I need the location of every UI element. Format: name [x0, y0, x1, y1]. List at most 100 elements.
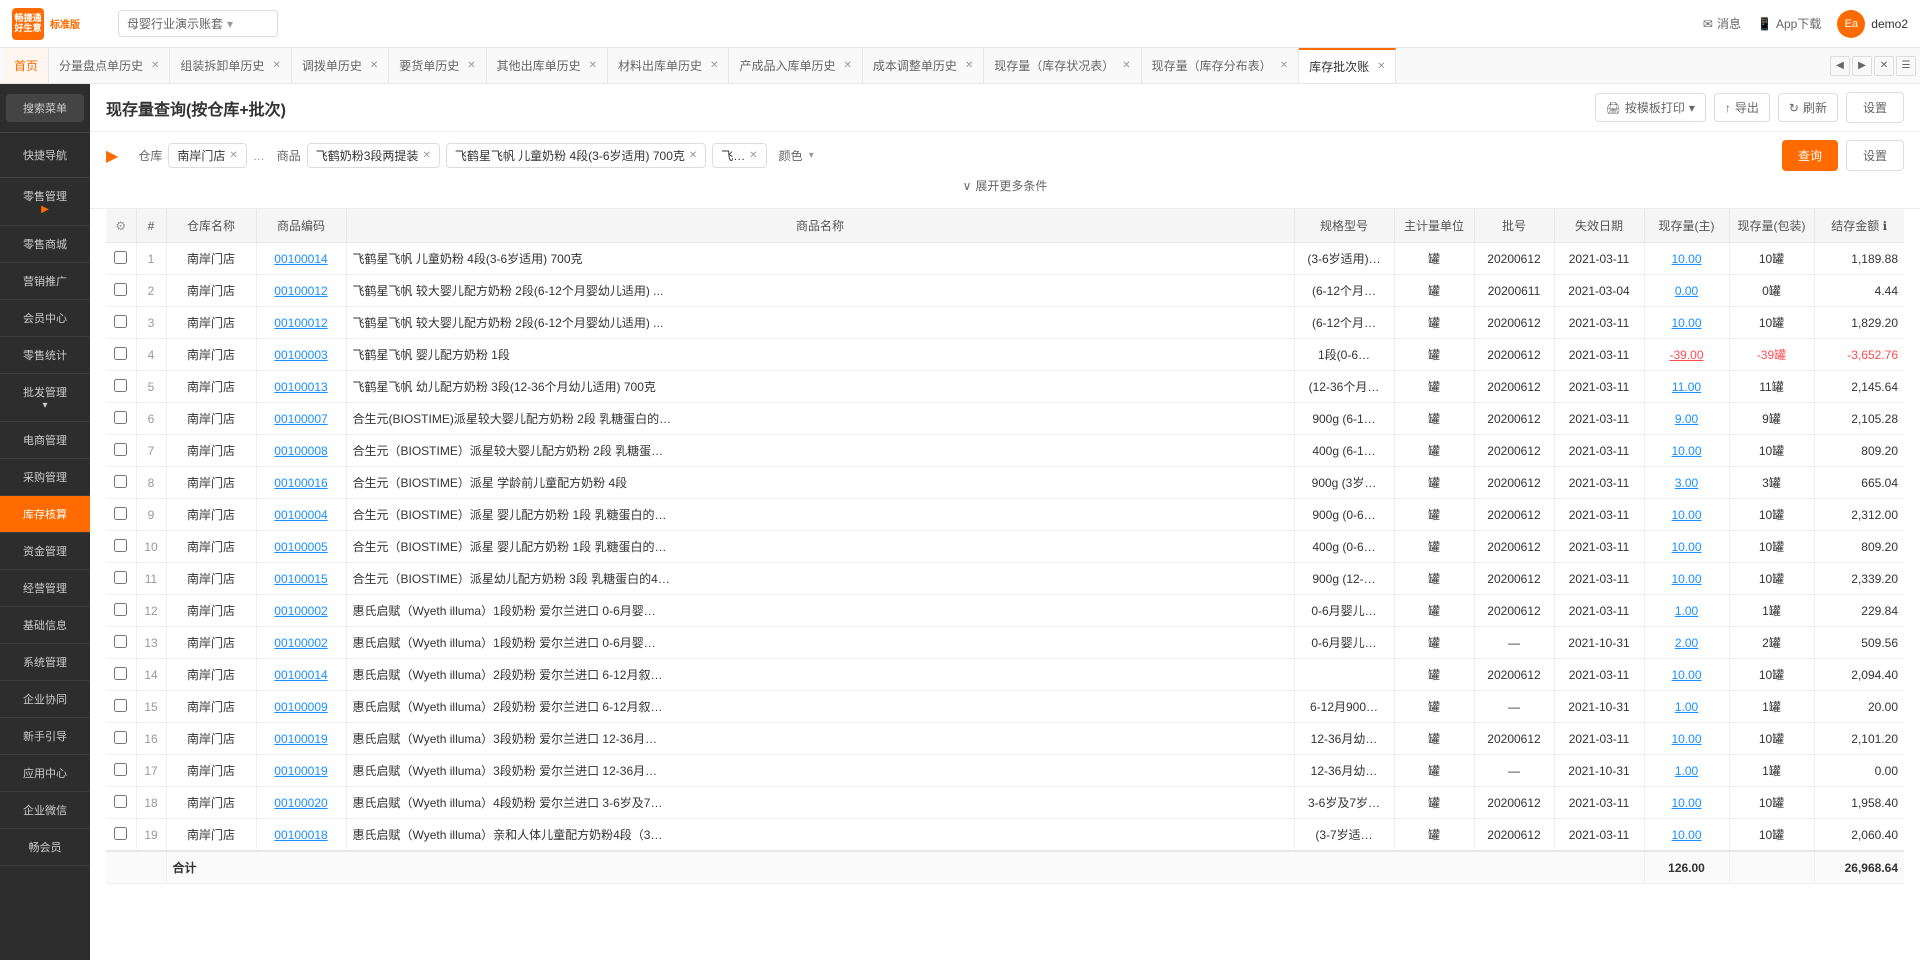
- tag-close-icon[interactable]: ✕: [749, 150, 757, 161]
- td-code[interactable]: 00100016: [256, 467, 346, 499]
- td-checkbox[interactable]: [106, 499, 136, 531]
- search-menu-button[interactable]: 搜索菜单: [6, 94, 84, 122]
- row-checkbox[interactable]: [114, 731, 127, 744]
- tab-product-in[interactable]: 产成品入库单历史 ✕: [729, 48, 862, 84]
- td-code[interactable]: 00100008: [256, 435, 346, 467]
- tag-close-icon[interactable]: ✕: [422, 150, 430, 161]
- row-checkbox[interactable]: [114, 315, 127, 328]
- sidebar-item-purchase[interactable]: 采购管理: [0, 459, 90, 496]
- td-stock-main[interactable]: 10.00: [1644, 819, 1729, 852]
- app-download-button[interactable]: 📱 App下载: [1757, 15, 1821, 32]
- td-code[interactable]: 00100005: [256, 531, 346, 563]
- td-stock-main[interactable]: 2.00: [1644, 627, 1729, 659]
- td-code[interactable]: 00100019: [256, 723, 346, 755]
- td-checkbox[interactable]: [106, 723, 136, 755]
- row-checkbox[interactable]: [114, 699, 127, 712]
- tab-cost-adjust[interactable]: 成本调整单历史 ✕: [863, 48, 984, 84]
- sidebar-item-retail-shop[interactable]: 零售商城: [0, 226, 90, 263]
- td-code[interactable]: 00100014: [256, 659, 346, 691]
- td-checkbox[interactable]: [106, 531, 136, 563]
- td-checkbox[interactable]: [106, 691, 136, 723]
- tab-split[interactable]: 分量盘点单历史 ✕: [49, 48, 170, 84]
- tab-close-icon[interactable]: ✕: [965, 60, 973, 71]
- row-checkbox[interactable]: [114, 827, 127, 840]
- td-code[interactable]: 00100003: [256, 339, 346, 371]
- tab-mix[interactable]: 调拨单历史 ✕: [292, 48, 389, 84]
- chevron-down-icon[interactable]: ▾: [809, 150, 814, 161]
- sidebar-item-finance[interactable]: 资金管理: [0, 533, 90, 570]
- td-stock-main[interactable]: 10.00: [1644, 243, 1729, 275]
- tab-material-out[interactable]: 材料出库单历史 ✕: [608, 48, 729, 84]
- td-stock-main[interactable]: -39.00: [1644, 339, 1729, 371]
- sidebar-item-cooperation[interactable]: 企业协同: [0, 681, 90, 718]
- td-checkbox[interactable]: [106, 467, 136, 499]
- tag-close-icon[interactable]: ✕: [689, 150, 697, 161]
- row-checkbox[interactable]: [114, 347, 127, 360]
- tab-close-icon[interactable]: ✕: [467, 60, 475, 71]
- row-checkbox[interactable]: [114, 379, 127, 392]
- tab-close-icon[interactable]: ✕: [272, 60, 280, 71]
- search-button[interactable]: 查询: [1782, 140, 1838, 171]
- sidebar-item-member[interactable]: 会员中心: [0, 300, 90, 337]
- th-settings[interactable]: ⚙: [106, 209, 136, 243]
- td-checkbox[interactable]: [106, 435, 136, 467]
- settings-btn[interactable]: 设置: [1846, 140, 1904, 171]
- td-stock-main[interactable]: 10.00: [1644, 787, 1729, 819]
- td-checkbox[interactable]: [106, 659, 136, 691]
- tab-prev-button[interactable]: ◀: [1830, 56, 1850, 76]
- refresh-button[interactable]: ↻ 刷新: [1778, 93, 1838, 122]
- td-code[interactable]: 00100020: [256, 787, 346, 819]
- sidebar-item-member-card[interactable]: 畅会员: [0, 829, 90, 866]
- filter-expand-icon[interactable]: ▶: [106, 146, 118, 166]
- tab-close-all-button[interactable]: ✕: [1874, 56, 1894, 76]
- td-code[interactable]: 00100015: [256, 563, 346, 595]
- sidebar-item-marketing[interactable]: 营销推广: [0, 263, 90, 300]
- td-checkbox[interactable]: [106, 627, 136, 659]
- settings-button[interactable]: 设置: [1846, 92, 1904, 123]
- td-code[interactable]: 00100004: [256, 499, 346, 531]
- settings-icon[interactable]: ⚙: [115, 219, 126, 233]
- tab-other-out[interactable]: 其他出库单历史 ✕: [487, 48, 608, 84]
- td-stock-main[interactable]: 1.00: [1644, 595, 1729, 627]
- tab-disassemble[interactable]: 组装拆卸单历史 ✕: [170, 48, 291, 84]
- td-code[interactable]: 00100019: [256, 755, 346, 787]
- sidebar-item-app-center[interactable]: 应用中心: [0, 755, 90, 792]
- row-checkbox[interactable]: [114, 507, 127, 520]
- tab-stock-dist[interactable]: 现存量（库存分布表） ✕: [1142, 48, 1299, 84]
- sidebar-item-inventory[interactable]: 库存核算: [0, 496, 90, 533]
- row-checkbox[interactable]: [114, 251, 127, 264]
- td-code[interactable]: 00100012: [256, 307, 346, 339]
- tab-close-icon[interactable]: ✕: [1122, 60, 1130, 71]
- tab-close-icon[interactable]: ✕: [370, 60, 378, 71]
- sidebar-item-operations[interactable]: 经营管理: [0, 570, 90, 607]
- td-stock-main[interactable]: 0.00: [1644, 275, 1729, 307]
- tab-close-icon[interactable]: ✕: [710, 60, 718, 71]
- td-stock-main[interactable]: 11.00: [1644, 371, 1729, 403]
- td-checkbox[interactable]: [106, 307, 136, 339]
- tab-next-button[interactable]: ▶: [1852, 56, 1872, 76]
- store-selector[interactable]: 母婴行业演示账套 ▾: [118, 10, 278, 37]
- row-checkbox[interactable]: [114, 539, 127, 552]
- print-button[interactable]: 🖨 按模板打印 ▾: [1595, 93, 1706, 122]
- td-code[interactable]: 00100007: [256, 403, 346, 435]
- tab-close-icon[interactable]: ✕: [589, 60, 597, 71]
- sidebar-item-system[interactable]: 系统管理: [0, 644, 90, 681]
- td-stock-main[interactable]: 9.00: [1644, 403, 1729, 435]
- tag-close-icon[interactable]: ✕: [229, 150, 237, 161]
- row-checkbox[interactable]: [114, 795, 127, 808]
- td-stock-main[interactable]: 10.00: [1644, 307, 1729, 339]
- td-checkbox[interactable]: [106, 275, 136, 307]
- tab-close-icon[interactable]: ✕: [1280, 60, 1288, 71]
- sidebar-item-retail-stats[interactable]: 零售统计: [0, 337, 90, 374]
- td-stock-main[interactable]: 10.00: [1644, 499, 1729, 531]
- tab-batch[interactable]: 库存批次账 ✕: [1299, 48, 1396, 84]
- sidebar-item-guide[interactable]: 新手引导: [0, 718, 90, 755]
- td-code[interactable]: 00100002: [256, 627, 346, 659]
- td-stock-main[interactable]: 10.00: [1644, 531, 1729, 563]
- sidebar-item-enterprise-wechat[interactable]: 企业微信: [0, 792, 90, 829]
- user-profile[interactable]: Ea demo2: [1837, 10, 1908, 38]
- warehouse-tag[interactable]: 南岸门店 ✕: [168, 143, 246, 168]
- row-checkbox[interactable]: [114, 283, 127, 296]
- td-checkbox[interactable]: [106, 595, 136, 627]
- product-tag2[interactable]: 飞鹤星飞帆 儿童奶粉 4段(3-6岁适用) 700克 ✕: [446, 143, 706, 168]
